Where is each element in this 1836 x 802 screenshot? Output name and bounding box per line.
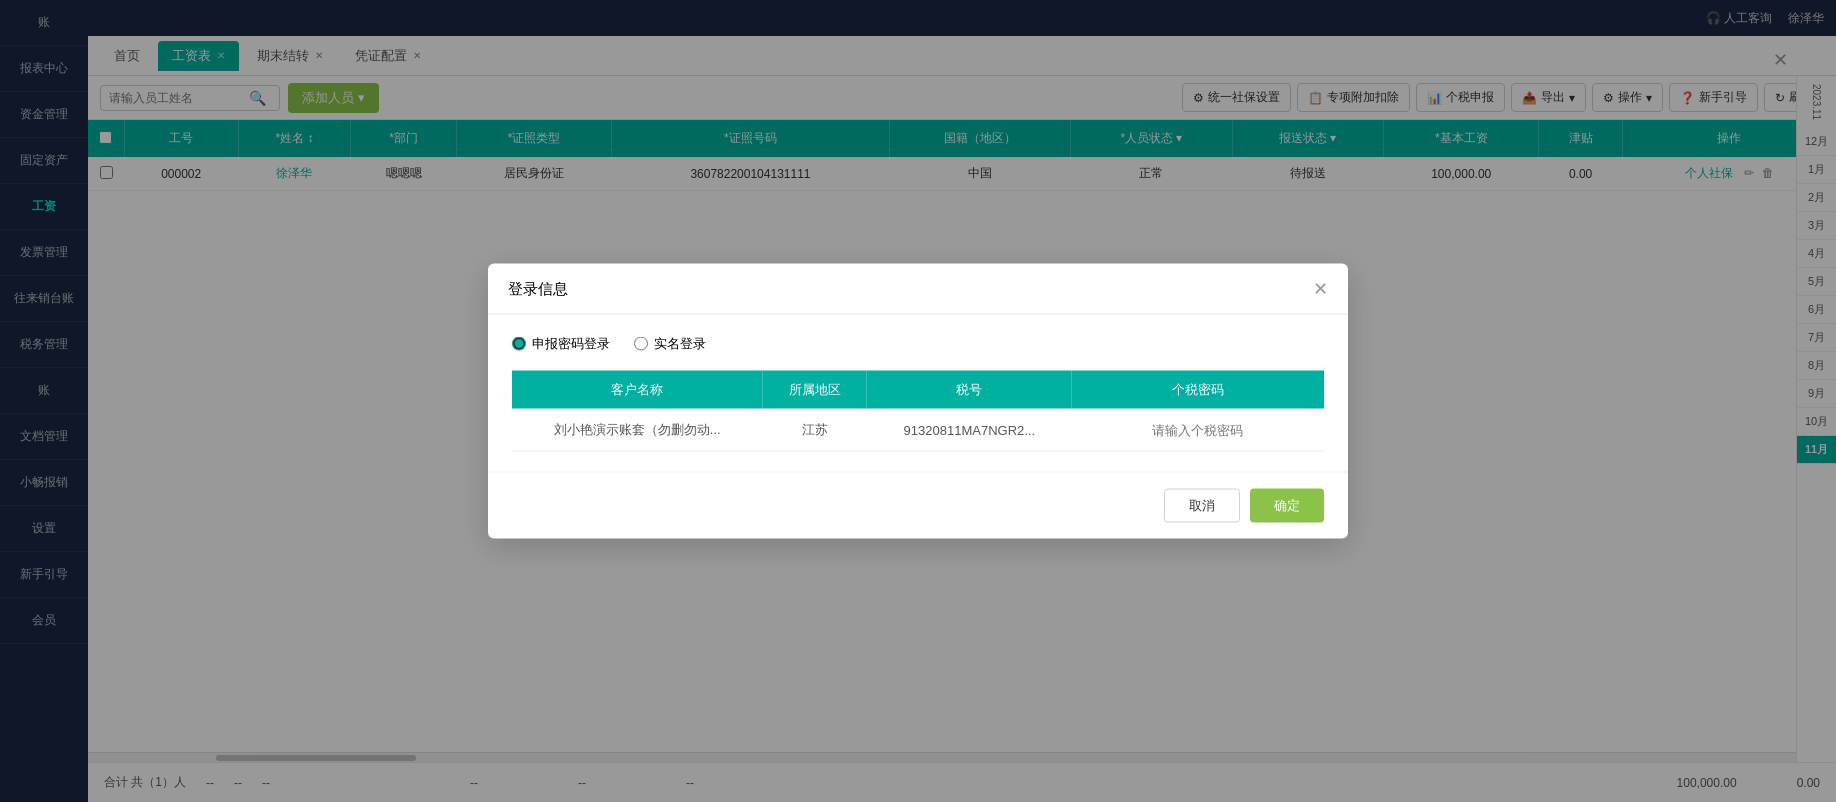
dialog-client-table: 客户名称 所属地区 税号 个税密码 刘小艳演示账套（勿删勿动... 江苏 913… — [512, 371, 1324, 452]
dialog-table-row: 刘小艳演示账套（勿删勿动... 江苏 91320811MA7NGR2... — [512, 409, 1324, 452]
dialog-cell-password[interactable] — [1072, 409, 1324, 452]
radio-realname-login[interactable]: 实名登录 — [634, 335, 706, 353]
login-dialog: 登录信息 ✕ 申报密码登录 实名登录 客户名称 所属地区 税号 个税密码 — [488, 264, 1348, 539]
dialog-body: 申报密码登录 实名登录 客户名称 所属地区 税号 个税密码 刘小艳演示账套（勿删… — [488, 315, 1348, 472]
dialog-cancel-button[interactable]: 取消 — [1164, 489, 1240, 523]
dialog-title: 登录信息 — [508, 279, 568, 298]
dialog-confirm-button[interactable]: 确定 — [1250, 489, 1324, 523]
dialog-cell-tax-no: 91320811MA7NGR2... — [867, 409, 1072, 452]
radio-realname-input[interactable] — [634, 337, 648, 351]
dialog-close-button[interactable]: ✕ — [1313, 278, 1328, 300]
tax-password-input[interactable] — [1086, 422, 1310, 437]
radio-password-login[interactable]: 申报密码登录 — [512, 335, 610, 353]
dialog-footer: 取消 确定 — [488, 472, 1348, 539]
dialog-col-region: 所属地区 — [763, 371, 867, 409]
login-type-radio-group: 申报密码登录 实名登录 — [512, 335, 1324, 353]
dialog-header: 登录信息 ✕ — [488, 264, 1348, 315]
dialog-cell-client-name: 刘小艳演示账套（勿删勿动... — [512, 409, 763, 452]
dialog-cell-region: 江苏 — [763, 409, 867, 452]
dialog-col-password: 个税密码 — [1072, 371, 1324, 409]
dialog-col-tax-no: 税号 — [867, 371, 1072, 409]
radio-password-input[interactable] — [512, 337, 526, 351]
dialog-col-client-name: 客户名称 — [512, 371, 763, 409]
